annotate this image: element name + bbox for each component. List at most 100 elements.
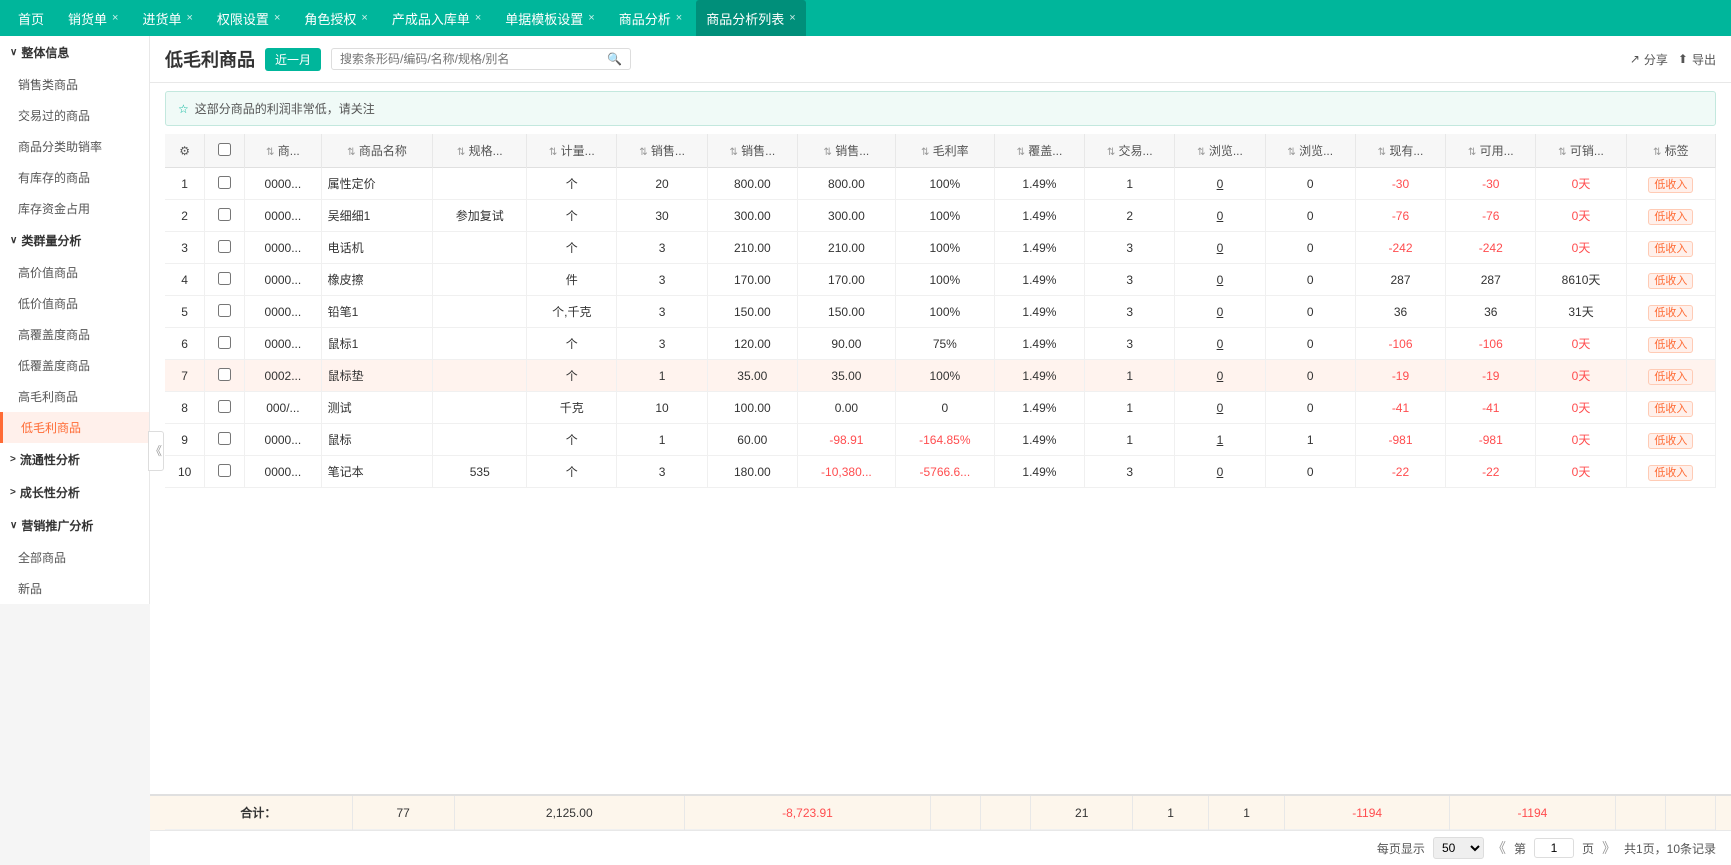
row-checkbox[interactable] [205,360,245,392]
sales-qty: 10 [617,392,707,424]
row-checkbox[interactable] [205,232,245,264]
nav-item-单据模板设置[interactable]: 单据模板设置× [495,0,604,36]
sidebar-item-销售类商品[interactable]: 销售类商品 [0,69,149,100]
nav-item-权限设置[interactable]: 权限设置× [207,0,290,36]
nav-close-icon[interactable]: × [186,12,192,24]
table-row: 70002...鼠标垫个135.0035.00100%1.49%100-19-1… [165,360,1716,392]
sidebar-item-高毛利商品[interactable]: 高毛利商品 [0,381,149,412]
row-checkbox[interactable] [205,264,245,296]
product-code: 0000... [245,456,321,488]
footer-cell-12 [1665,796,1715,830]
sidebar-group-成长性分析[interactable]: >成长性分析 [0,476,149,509]
col-header-checkbox[interactable] [205,134,245,168]
sales-price: 300.00 [707,200,797,232]
nav-close-icon[interactable]: × [676,12,682,24]
select-all-checkbox[interactable] [218,143,231,156]
next-page-button[interactable]: 》 [1602,838,1616,858]
coverage: 1.49% [994,232,1084,264]
export-icon: ⬆ [1678,52,1688,66]
info-icon: ☆ [178,102,189,116]
view2: 1 [1265,424,1355,456]
col-header-sales_qty: ⇅ 销售... [617,134,707,168]
tag-badge: 低收入 [1626,456,1715,488]
tag-badge: 低收入 [1626,264,1715,296]
nav-item-商品分析列表[interactable]: 商品分析列表× [696,0,805,36]
product-code: 000/... [245,392,321,424]
prev-page-button[interactable]: 《 [1492,838,1506,858]
sidebar-collapse-button[interactable]: 《 [148,431,164,471]
col-header-sales_profit: ⇅ 销售... [797,134,895,168]
row-checkbox[interactable] [205,168,245,200]
sidebar-item-有库存的商品[interactable]: 有库存的商品 [0,162,149,193]
share-button[interactable]: ↗ 分享 [1630,51,1668,68]
product-spec: 535 [433,456,527,488]
main-content: 低毛利商品 近一月 🔍 ↗ 分享 ⬆ 导出 ☆ 这部分商品的利润非常低，请关注 [150,36,1731,865]
saleable: 0天 [1536,392,1626,424]
settings-icon[interactable]: ⚙ [179,144,190,158]
product-spec [433,392,527,424]
table-row: 10000...属性定价个20800.00800.00100%1.49%100-… [165,168,1716,200]
sidebar-group-类群量分析[interactable]: ∨类群量分析 [0,224,149,257]
row-checkbox[interactable] [205,456,245,488]
sales-price: 100.00 [707,392,797,424]
saleable: 0天 [1536,360,1626,392]
available: -76 [1446,200,1536,232]
search-icon[interactable]: 🔍 [607,52,622,66]
period-button[interactable]: 近一月 [265,48,321,71]
sidebar-item-低价值商品[interactable]: 低价值商品 [0,288,149,319]
nav-close-icon[interactable]: × [588,12,594,24]
nav-close-icon[interactable]: × [274,12,280,24]
nav-item-首页[interactable]: 首页 [8,0,54,36]
sidebar-item-库存资金占用[interactable]: 库存资金占用 [0,193,149,224]
col-header-settings[interactable]: ⚙ [165,134,205,168]
nav-close-icon[interactable]: × [789,12,795,24]
current-stock: -19 [1355,360,1445,392]
sidebar-group-流通性分析[interactable]: >流通性分析 [0,443,149,476]
nav-item-产成品入库单[interactable]: 产成品入库单× [382,0,491,36]
row-checkbox[interactable] [205,296,245,328]
sidebar-group-整体信息[interactable]: ∨整体信息 [0,36,149,69]
table-footer: 合计：772,125.00-8,723.912111-1194-1194 [150,794,1731,830]
footer-cell-0: 合计： [165,796,352,830]
nav-item-商品分析[interactable]: 商品分析× [609,0,692,36]
sidebar-group-营销推广分析[interactable]: ∨营销推广分析 [0,509,149,542]
pagination-bar: 每页显示 50 100 200 《 第 页 》 共1页，10条记录 [150,830,1731,865]
nav-close-icon[interactable]: × [475,12,481,24]
sidebar-item-低覆盖度商品[interactable]: 低覆盖度商品 [0,350,149,381]
table-row: 30000...电话机个3210.00210.00100%1.49%300-24… [165,232,1716,264]
nav-close-icon[interactable]: × [361,12,367,24]
sidebar-item-低毛利商品[interactable]: 低毛利商品 [0,412,149,443]
product-spec [433,424,527,456]
sidebar-item-全部商品[interactable]: 全部商品 [0,542,149,573]
gross-margin: 0 [895,392,994,424]
product-name: 橡皮擦 [321,264,433,296]
nav-item-角色授权[interactable]: 角色授权× [294,0,377,36]
sales-profit: 800.00 [797,168,895,200]
trade-count: 1 [1085,360,1175,392]
row-checkbox[interactable] [205,424,245,456]
product-unit: 千克 [527,392,617,424]
trade-count: 3 [1085,232,1175,264]
nav-item-进货单[interactable]: 进货单× [132,0,202,36]
page-input[interactable] [1534,838,1574,858]
sidebar-item-商品分类助销率[interactable]: 商品分类助销率 [0,131,149,162]
sidebar-item-新品[interactable]: 新品 [0,573,149,604]
sidebar-item-高覆盖度商品[interactable]: 高覆盖度商品 [0,319,149,350]
nav-item-销货单[interactable]: 销货单× [58,0,128,36]
search-input[interactable] [340,52,607,66]
view1: 0 [1175,264,1265,296]
sidebar-item-交易过的商品[interactable]: 交易过的商品 [0,100,149,131]
row-checkbox[interactable] [205,392,245,424]
row-checkbox[interactable] [205,200,245,232]
row-checkbox[interactable] [205,328,245,360]
product-code: 0000... [245,424,321,456]
table-container: ⚙⇅ 商...⇅ 商品名称⇅ 规格...⇅ 计量...⇅ 销售...⇅ 销售..… [150,134,1731,794]
product-spec [433,296,527,328]
nav-close-icon[interactable]: × [112,12,118,24]
export-button[interactable]: ⬆ 导出 [1678,51,1716,68]
sidebar-item-高价值商品[interactable]: 高价值商品 [0,257,149,288]
view1: 0 [1175,168,1265,200]
gross-margin: -164.85% [895,424,994,456]
per-page-select[interactable]: 50 100 200 [1433,837,1484,859]
row-number: 5 [165,296,205,328]
